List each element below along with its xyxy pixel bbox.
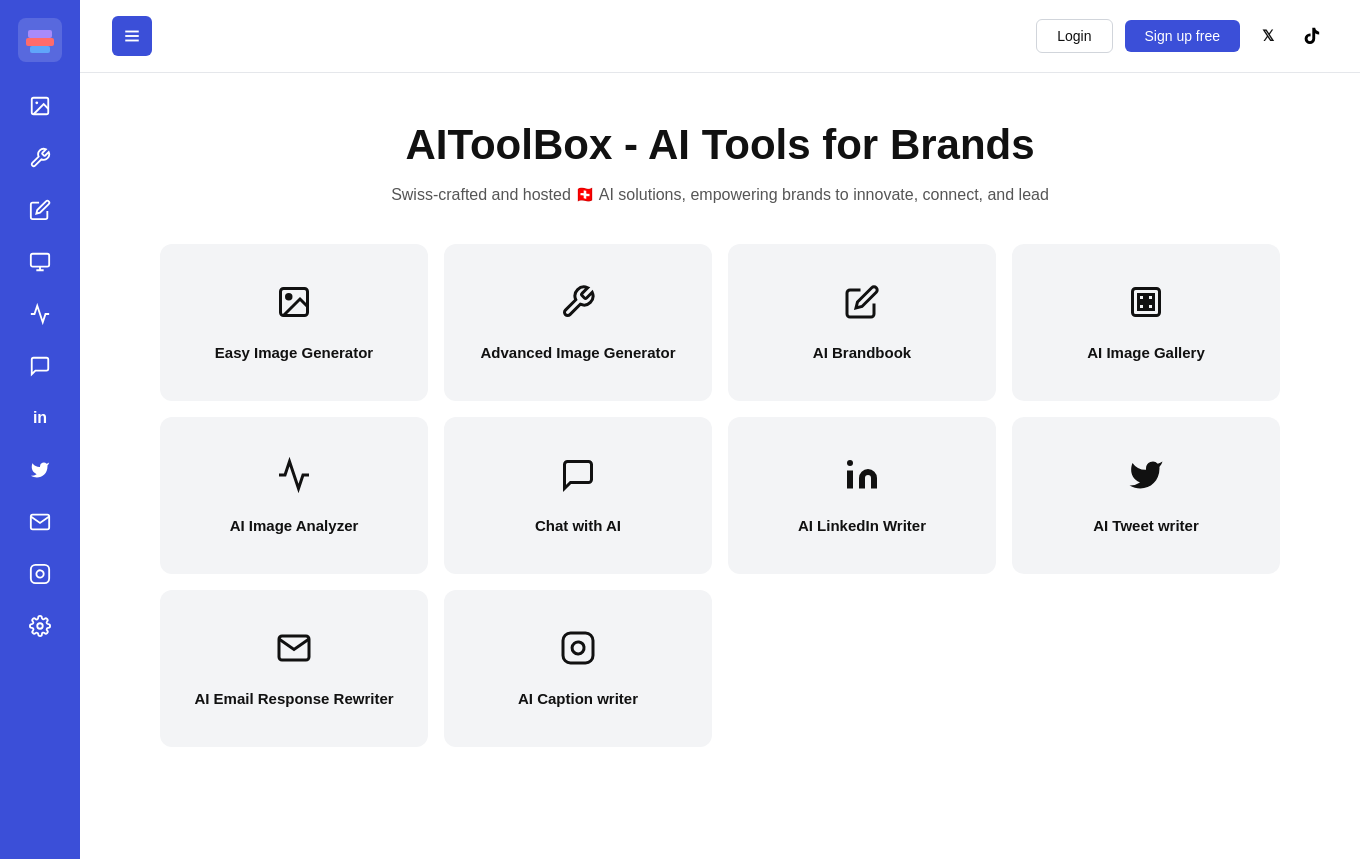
svg-point-21 — [847, 460, 853, 466]
sidebar-item-edit[interactable] — [18, 188, 62, 232]
svg-point-14 — [287, 295, 292, 300]
card-label-ai-linkedin-writer: AI LinkedIn Writer — [798, 517, 926, 534]
header-actions: Login Sign up free 𝕏 — [1036, 19, 1328, 53]
svg-rect-19 — [1148, 304, 1154, 310]
sidebar-item-analytics[interactable] — [18, 292, 62, 336]
card-ai-email-response-rewriter[interactable]: AI Email Response Rewriter — [160, 590, 428, 747]
sidebar-item-images[interactable] — [18, 84, 62, 128]
ai-tweet-writer-icon — [1128, 457, 1164, 501]
main-area: Login Sign up free 𝕏 AIToolBox - AI Tool… — [80, 0, 1360, 859]
page-title: AIToolBox - AI Tools for Brands — [160, 121, 1280, 169]
card-label-chat-with-ai: Chat with AI — [535, 517, 621, 534]
page-subtitle: Swiss-crafted and hosted 🇨🇭 AI solutions… — [160, 185, 1280, 204]
sidebar-item-chat[interactable] — [18, 344, 62, 388]
sidebar-item-linkedin[interactable]: in — [18, 396, 62, 440]
svg-rect-16 — [1139, 295, 1145, 301]
tiktok-social-icon[interactable] — [1296, 20, 1328, 52]
sidebar-item-settings[interactable] — [18, 604, 62, 648]
card-ai-brandbook[interactable]: AI Brandbook — [728, 244, 996, 401]
card-ai-linkedin-writer[interactable]: AI LinkedIn Writer — [728, 417, 996, 574]
card-label-ai-brandbook: AI Brandbook — [813, 344, 911, 361]
x-social-icon[interactable]: 𝕏 — [1252, 20, 1284, 52]
ai-caption-writer-icon — [560, 630, 596, 674]
svg-rect-20 — [847, 471, 853, 489]
svg-rect-18 — [1139, 304, 1145, 310]
advanced-image-generator-icon — [560, 284, 596, 328]
header: Login Sign up free 𝕏 — [80, 0, 1360, 73]
login-button[interactable]: Login — [1036, 19, 1112, 53]
sidebar-item-instagram[interactable] — [18, 552, 62, 596]
card-ai-tweet-writer[interactable]: AI Tweet writer — [1012, 417, 1280, 574]
main-content: AIToolBox - AI Tools for Brands Swiss-cr… — [80, 73, 1360, 859]
svg-point-9 — [37, 623, 43, 629]
card-label-ai-tweet-writer: AI Tweet writer — [1093, 517, 1199, 534]
card-advanced-image-generator[interactable]: Advanced Image Generator — [444, 244, 712, 401]
svg-rect-2 — [28, 30, 52, 38]
ai-image-analyzer-icon — [276, 457, 312, 501]
card-label-advanced-image-generator: Advanced Image Generator — [480, 344, 675, 361]
card-chat-with-ai[interactable]: Chat with AI — [444, 417, 712, 574]
sidebar: in — [0, 0, 80, 859]
ai-email-response-rewriter-icon — [276, 630, 312, 674]
svg-rect-1 — [26, 38, 54, 46]
chat-with-ai-icon — [560, 457, 596, 501]
sidebar-item-email[interactable] — [18, 500, 62, 544]
svg-rect-17 — [1148, 295, 1154, 301]
ai-linkedin-writer-icon — [844, 457, 880, 501]
card-easy-image-generator[interactable]: Easy Image Generator — [160, 244, 428, 401]
ai-brandbook-icon — [844, 284, 880, 328]
menu-button[interactable] — [112, 16, 152, 56]
svg-rect-6 — [31, 254, 49, 267]
sidebar-item-twitter[interactable] — [18, 448, 62, 492]
sidebar-item-gallery[interactable] — [18, 240, 62, 284]
card-ai-image-analyzer[interactable]: AI Image Analyzer — [160, 417, 428, 574]
sidebar-item-tools[interactable] — [18, 136, 62, 180]
card-label-easy-image-generator: Easy Image Generator — [215, 344, 373, 361]
svg-point-5 — [35, 101, 38, 104]
card-ai-caption-writer[interactable]: AI Caption writer — [444, 590, 712, 747]
card-label-ai-caption-writer: AI Caption writer — [518, 690, 638, 707]
easy-image-generator-icon — [276, 284, 312, 328]
svg-rect-3 — [30, 46, 50, 53]
app-logo[interactable] — [16, 16, 64, 64]
ai-image-gallery-icon — [1128, 284, 1164, 328]
svg-rect-22 — [563, 633, 593, 663]
card-label-ai-email-response-rewriter: AI Email Response Rewriter — [194, 690, 393, 707]
tools-grid: Easy Image Generator Advanced Image Gene… — [160, 244, 1280, 747]
card-label-ai-image-gallery: AI Image Gallery — [1087, 344, 1205, 361]
signup-button[interactable]: Sign up free — [1125, 20, 1241, 52]
svg-rect-7 — [31, 565, 49, 583]
card-ai-image-gallery[interactable]: AI Image Gallery — [1012, 244, 1280, 401]
card-label-ai-image-analyzer: AI Image Analyzer — [230, 517, 359, 534]
